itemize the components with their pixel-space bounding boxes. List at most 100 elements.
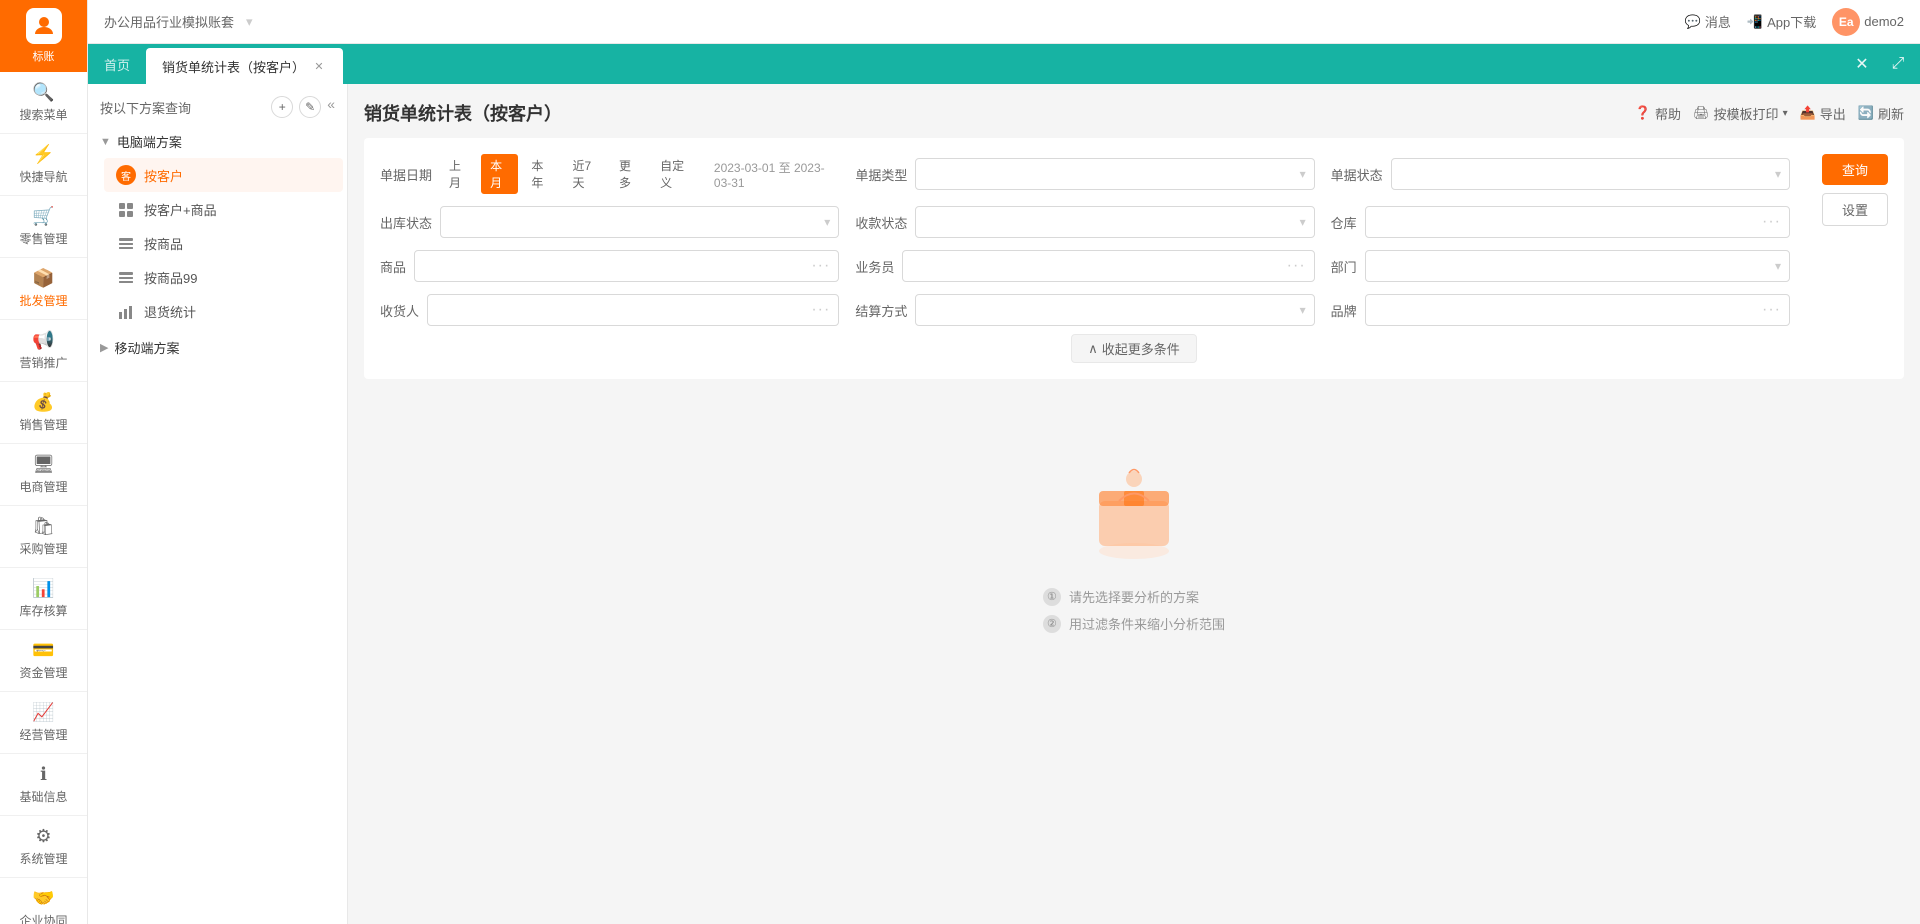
scheme-header: 按以下方案查询 + ✎ « — [88, 96, 347, 126]
sidebar-item-label: 经营管理 — [19, 726, 67, 743]
date-tab-more[interactable]: 更多 — [610, 154, 647, 194]
salesperson-label: 业务员 — [855, 257, 894, 276]
scheme-item-label: 按商品 — [144, 234, 183, 253]
receiver-select[interactable]: ··· — [427, 294, 839, 326]
collapse-label: 收起更多条件 — [1102, 339, 1180, 358]
empty-tips: ① 请先选择要分析的方案 ② 用过滤条件来缩小分析范围 — [1043, 587, 1225, 641]
help-label: 帮助 — [1655, 104, 1681, 123]
scheme-item-return-stat[interactable]: 退货统计 — [104, 295, 343, 328]
dots-icon2: ··· — [811, 257, 830, 275]
product-select[interactable]: ··· — [414, 250, 839, 282]
refresh-icon: 🔄 — [1858, 105, 1874, 121]
scheme-add-btn[interactable]: + — [271, 96, 293, 118]
sidebar-item-finance[interactable]: 💳 资金管理 — [0, 630, 87, 692]
sidebar-item-quick-nav[interactable]: ⚡ 快捷导航 — [0, 134, 87, 196]
sidebar-item-corp-agreement[interactable]: 🤝 企业协同 — [0, 878, 87, 924]
refresh-btn[interactable]: 🔄 刷新 — [1858, 104, 1904, 123]
retail-icon: 🛒 — [32, 206, 54, 227]
department-select[interactable]: ▾ — [1365, 250, 1790, 282]
corp-agreement-icon: 🤝 — [32, 888, 54, 909]
scheme-item-label: 按客户 — [144, 166, 183, 185]
date-tab-custom[interactable]: 自定义 — [651, 154, 698, 194]
scheme-item-by-customer-product[interactable]: 按客户+商品 — [104, 193, 343, 226]
tab-close-btn[interactable]: ✕ — [311, 58, 327, 74]
sidebar-item-marketing[interactable]: 📢 营销推广 — [0, 320, 87, 382]
sidebar-item-purchase[interactable]: 🛍 采购管理 — [0, 506, 87, 568]
collapse-conditions-btn[interactable]: ∧ 收起更多条件 — [1071, 334, 1197, 363]
dropdown-icon: ▾ — [1300, 167, 1306, 181]
grid-icon — [116, 202, 136, 218]
tab-bar-right: ✕ ⤢ — [1848, 50, 1920, 78]
date-tab-this-year[interactable]: 本年 — [522, 154, 559, 194]
sidebar-item-label: 系统管理 — [19, 850, 67, 867]
scheme-group-mobile-header[interactable]: ▶ 移动端方案 — [88, 332, 347, 363]
empty-tip-1: ① 请先选择要分析的方案 — [1043, 587, 1225, 606]
filter-brand: 品牌 ··· — [1331, 294, 1790, 326]
app-download-label: App下载 — [1767, 12, 1816, 31]
order-type-select[interactable]: ▾ — [915, 158, 1314, 190]
search-icon: 🔍 — [32, 82, 54, 103]
filter-department: 部门 ▾ — [1331, 250, 1790, 282]
sidebar-item-label: 搜索菜单 — [19, 106, 67, 123]
department-label: 部门 — [1331, 257, 1357, 276]
sidebar-item-retail[interactable]: 🛒 零售管理 — [0, 196, 87, 258]
date-tab-last-month[interactable]: 上月 — [440, 154, 477, 194]
export-btn[interactable]: 📤 导出 — [1800, 104, 1846, 123]
logo-text: 标账 — [33, 48, 55, 64]
query-button[interactable]: 查询 — [1822, 154, 1888, 185]
scheme-item-by-customer[interactable]: 客 按客户 — [104, 158, 343, 192]
scheme-collapse-btn[interactable]: « — [327, 96, 335, 118]
settings-button[interactable]: 设置 — [1822, 193, 1888, 226]
app-download-btn[interactable]: 📲 App下载 — [1747, 12, 1816, 31]
scheme-header-label: 按以下方案查询 — [100, 98, 191, 117]
out-status-label: 出库状态 — [380, 213, 432, 232]
scheme-group-pc-header[interactable]: ▼ 电脑端方案 — [88, 126, 347, 157]
page-header-actions: ❓ 帮助 🖨 按模板打印 ▾ 📤 导出 🔄 刷新 — [1635, 104, 1904, 123]
sidebar-item-system[interactable]: ⚙ 系统管理 — [0, 816, 87, 878]
app-logo: 标账 — [0, 0, 87, 72]
sidebar-item-ecommerce[interactable]: 🖥 电商管理 — [0, 444, 87, 506]
print-btn[interactable]: 🖨 按模板打印 ▾ — [1693, 104, 1788, 123]
basic-icon: ℹ — [40, 764, 47, 785]
settlement-select[interactable]: ▾ — [915, 294, 1314, 326]
page-title: 销货单统计表（按客户） — [364, 100, 562, 126]
warehouse-select[interactable]: ··· — [1365, 206, 1790, 238]
chevron-down-icon: ▼ — [100, 136, 111, 148]
filter-receiver: 收货人 ··· — [380, 294, 839, 326]
sidebar-item-operations[interactable]: 📈 经营管理 — [0, 692, 87, 754]
order-status-label: 单据状态 — [1331, 165, 1383, 184]
dropdown-icon2: ▾ — [1775, 167, 1781, 181]
out-status-select[interactable]: ▾ — [440, 206, 839, 238]
scheme-item-by-product-99[interactable]: 按商品99 — [104, 261, 343, 294]
tip-num-2: ② — [1043, 615, 1061, 633]
edit-icon: ✎ — [305, 100, 315, 114]
sidebar-item-label: 电商管理 — [19, 478, 67, 495]
date-tab-this-month[interactable]: 本月 — [481, 154, 518, 194]
scheme-item-by-product[interactable]: 按商品 — [104, 227, 343, 260]
sidebar-item-search[interactable]: 🔍 搜索菜单 — [0, 72, 87, 134]
filter-row-2: 出库状态 ▾ 收款状态 ▾ — [380, 206, 1790, 238]
scheme-edit-btn[interactable]: ✎ — [299, 96, 321, 118]
filter-row-4: 收货人 ··· 结算方式 ▾ — [380, 294, 1790, 326]
tab-window-close-btn[interactable]: ✕ — [1848, 50, 1876, 78]
sidebar-item-inventory[interactable]: 📊 库存核算 — [0, 568, 87, 630]
tab-home[interactable]: 首页 — [88, 44, 146, 84]
user-profile-btn[interactable]: Ea demo2 — [1832, 8, 1904, 36]
date-tab-7days[interactable]: 近7天 — [563, 154, 605, 194]
payment-status-select[interactable]: ▾ — [915, 206, 1314, 238]
expand-icon: ⤢ — [1892, 55, 1905, 73]
brand-select[interactable]: ··· — [1365, 294, 1790, 326]
tab-expand-btn[interactable]: ⤢ — [1884, 50, 1912, 78]
sidebar-item-wholesale[interactable]: 📦 批发管理 — [0, 258, 87, 320]
help-btn[interactable]: ❓ 帮助 — [1635, 104, 1681, 123]
brand-label: 品牌 — [1331, 301, 1357, 320]
scheme-group-mobile: ▶ 移动端方案 — [88, 332, 347, 363]
salesperson-select[interactable]: ··· — [902, 250, 1314, 282]
message-btn[interactable]: 💬 消息 — [1685, 12, 1731, 31]
sidebar-item-sales[interactable]: 💰 销售管理 — [0, 382, 87, 444]
message-label: 消息 — [1705, 12, 1731, 31]
empty-illustration — [1074, 451, 1194, 571]
sidebar-item-basic[interactable]: ℹ 基础信息 — [0, 754, 87, 816]
tab-sales-stat[interactable]: 销货单统计表（按客户） ✕ — [146, 48, 343, 84]
order-status-select[interactable]: ▾ — [1391, 158, 1790, 190]
